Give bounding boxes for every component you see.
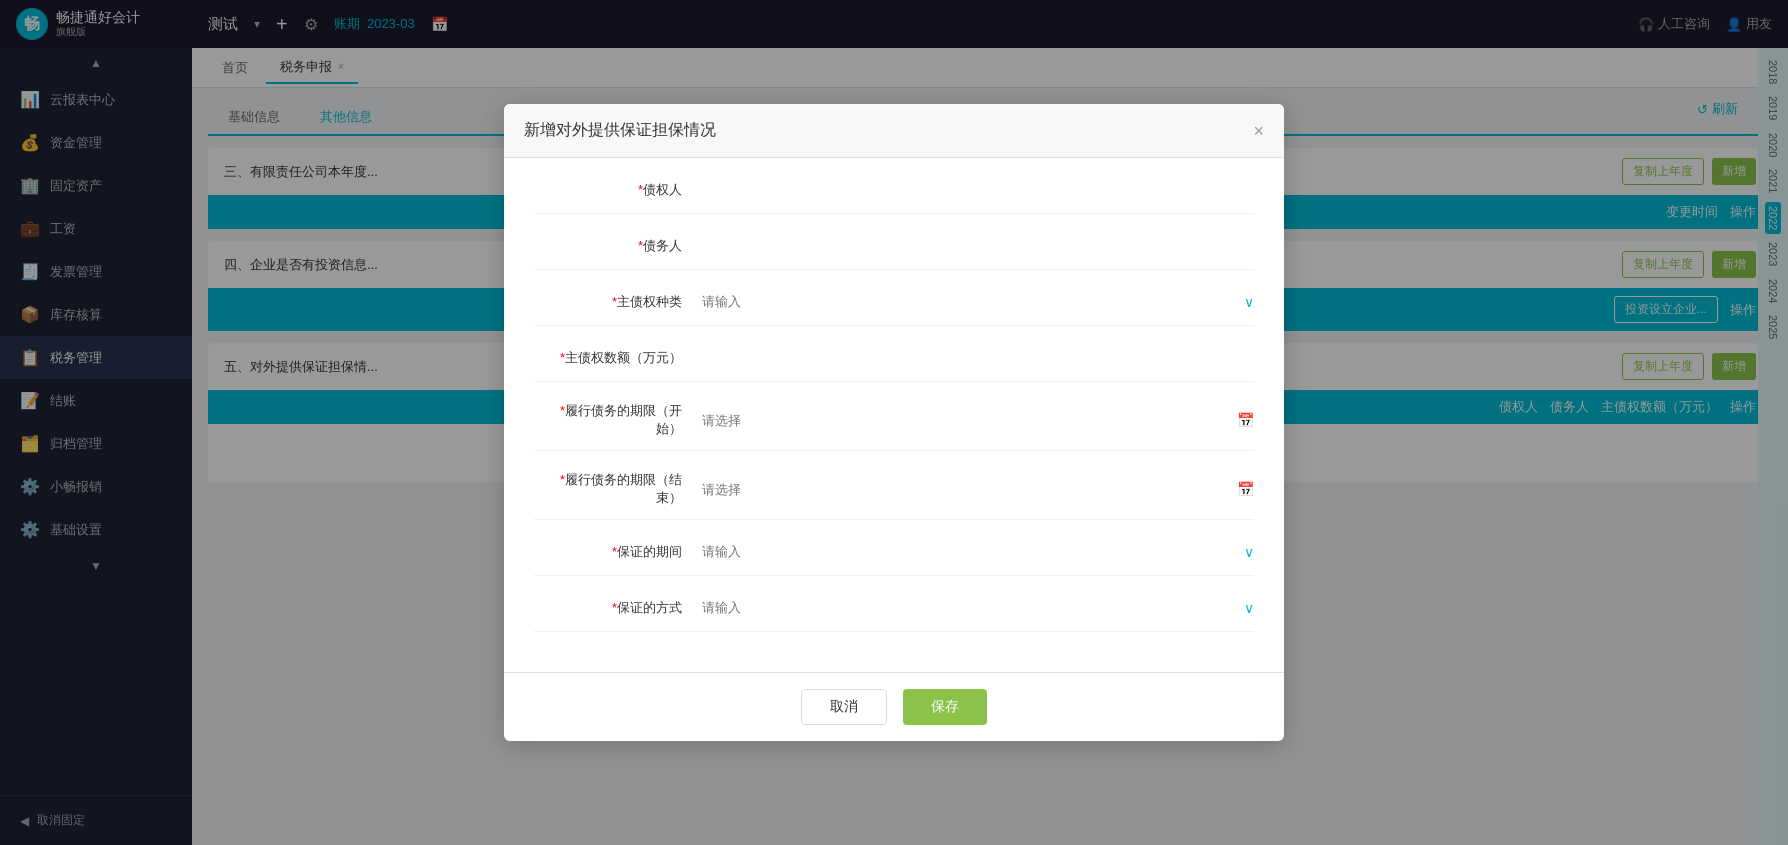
claim-type-dropdown-icon[interactable]: ∨ — [1244, 294, 1254, 310]
guarantee-period-label: *保证的期间 — [534, 543, 694, 561]
form-row-period-start: *履行债务的期限（开始） 📅 — [534, 402, 1254, 451]
debtor-label: *债务人 — [534, 237, 694, 255]
form-row-claim-type: *主债权种类 ∨ — [534, 290, 1254, 326]
guarantee-method-dropdown-icon[interactable]: ∨ — [1244, 600, 1254, 616]
guarantee-period-dropdown-icon[interactable]: ∨ — [1244, 544, 1254, 560]
period-start-select[interactable]: 📅 — [694, 409, 1254, 432]
modal-footer: 取消 保存 — [504, 672, 1284, 741]
modal-title: 新增对外提供保证担保情况 — [524, 120, 716, 141]
form-row-debtor: *债务人 — [534, 234, 1254, 270]
modal-overlay: 新增对外提供保证担保情况 × *债权人 *债务人 * — [0, 0, 1788, 845]
cancel-button[interactable]: 取消 — [801, 689, 887, 725]
claim-amount-input[interactable] — [694, 346, 1254, 369]
period-end-input[interactable] — [694, 478, 1237, 501]
period-start-input[interactable] — [694, 409, 1237, 432]
debtor-input[interactable] — [694, 234, 1254, 257]
period-end-calendar-icon[interactable]: 📅 — [1237, 481, 1254, 497]
modal-dialog: 新增对外提供保证担保情况 × *债权人 *债务人 * — [504, 104, 1284, 741]
claim-type-select[interactable]: ∨ — [694, 290, 1254, 313]
form-row-guarantee-period: *保证的期间 ∨ — [534, 540, 1254, 576]
period-start-calendar-icon[interactable]: 📅 — [1237, 412, 1254, 428]
form-row-guarantee-method: *保证的方式 ∨ — [534, 596, 1254, 632]
claim-type-label: *主债权种类 — [534, 293, 694, 311]
guarantee-method-input[interactable] — [694, 596, 1244, 619]
guarantee-method-select[interactable]: ∨ — [694, 596, 1254, 619]
form-row-creditor: *债权人 — [534, 178, 1254, 214]
form-row-period-end: *履行债务的期限（结束） 📅 — [534, 471, 1254, 520]
period-end-select[interactable]: 📅 — [694, 478, 1254, 501]
modal-header: 新增对外提供保证担保情况 × — [504, 104, 1284, 158]
guarantee-method-label: *保证的方式 — [534, 599, 694, 617]
claim-type-input[interactable] — [694, 290, 1244, 313]
guarantee-period-input[interactable] — [694, 540, 1244, 563]
creditor-input[interactable] — [694, 178, 1254, 201]
form-row-claim-amount: *主债权数额（万元） — [534, 346, 1254, 382]
period-start-label: *履行债务的期限（开始） — [534, 402, 694, 438]
modal-close-button[interactable]: × — [1253, 122, 1264, 140]
save-button[interactable]: 保存 — [903, 689, 987, 725]
claim-amount-label: *主债权数额（万元） — [534, 349, 694, 367]
period-end-label: *履行债务的期限（结束） — [534, 471, 694, 507]
creditor-label: *债权人 — [534, 181, 694, 199]
guarantee-period-select[interactable]: ∨ — [694, 540, 1254, 563]
modal-body: *债权人 *债务人 *主债权种类 ∨ — [504, 158, 1284, 672]
